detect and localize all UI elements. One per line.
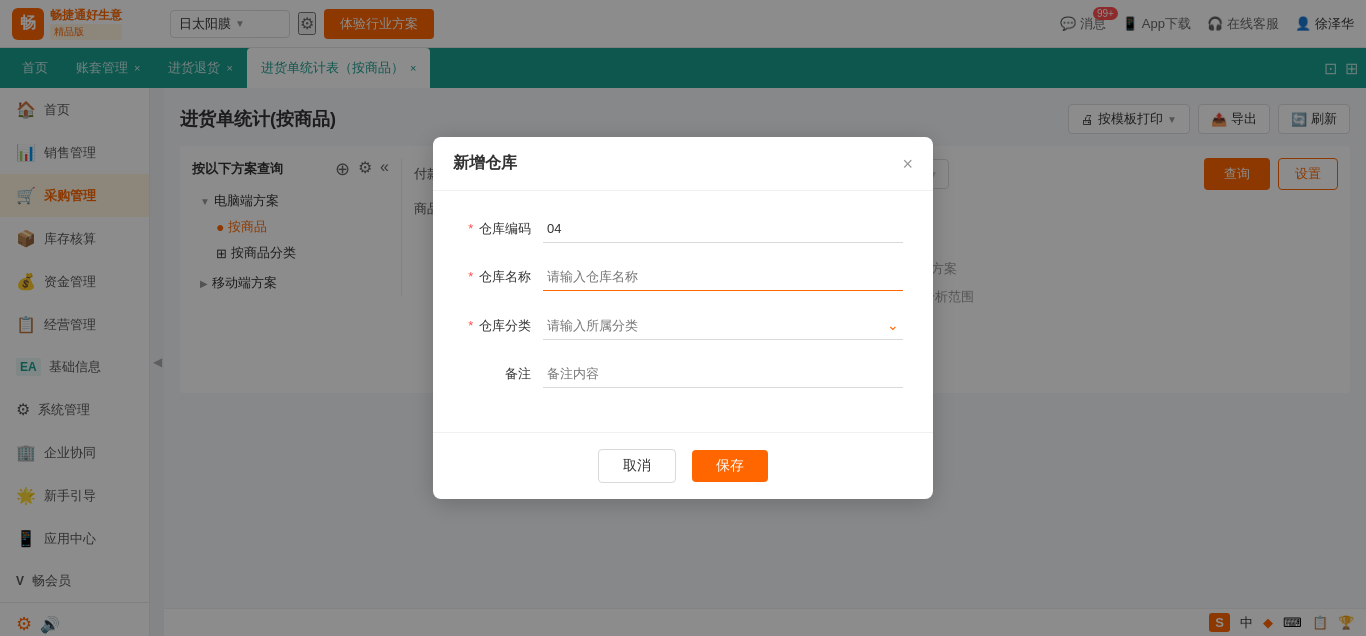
form-row-name: * 仓库名称 xyxy=(463,263,903,291)
dialog-header: 新增仓库 × xyxy=(433,137,933,191)
code-input[interactable] xyxy=(543,215,903,243)
category-input[interactable] xyxy=(547,318,887,333)
dialog-footer: 取消 保存 xyxy=(433,432,933,499)
name-label: * 仓库名称 xyxy=(463,268,543,286)
note-label: 备注 xyxy=(463,365,543,383)
required-star-2: * xyxy=(468,269,473,284)
note-input[interactable] xyxy=(543,360,903,388)
dialog-title: 新增仓库 xyxy=(453,153,517,174)
new-warehouse-dialog: 新增仓库 × * 仓库编码 * 仓库名称 xyxy=(433,137,933,499)
code-label: * 仓库编码 xyxy=(463,220,543,238)
form-row-code: * 仓库编码 xyxy=(463,215,903,243)
cancel-btn[interactable]: 取消 xyxy=(598,449,676,483)
category-label: * 仓库分类 xyxy=(463,317,543,335)
dialog-body: * 仓库编码 * 仓库名称 * 仓库分类 xyxy=(433,191,933,432)
required-star-1: * xyxy=(468,221,473,236)
required-star-3: * xyxy=(468,318,473,333)
form-row-category: * 仓库分类 ⌄ xyxy=(463,311,903,340)
name-input[interactable] xyxy=(543,263,903,291)
category-select[interactable]: ⌄ xyxy=(543,311,903,340)
category-arrow-icon: ⌄ xyxy=(887,317,899,333)
save-btn[interactable]: 保存 xyxy=(692,450,768,482)
form-row-note: 备注 xyxy=(463,360,903,388)
dialog-close-btn[interactable]: × xyxy=(902,155,913,173)
dialog-overlay: 新增仓库 × * 仓库编码 * 仓库名称 xyxy=(0,0,1366,636)
